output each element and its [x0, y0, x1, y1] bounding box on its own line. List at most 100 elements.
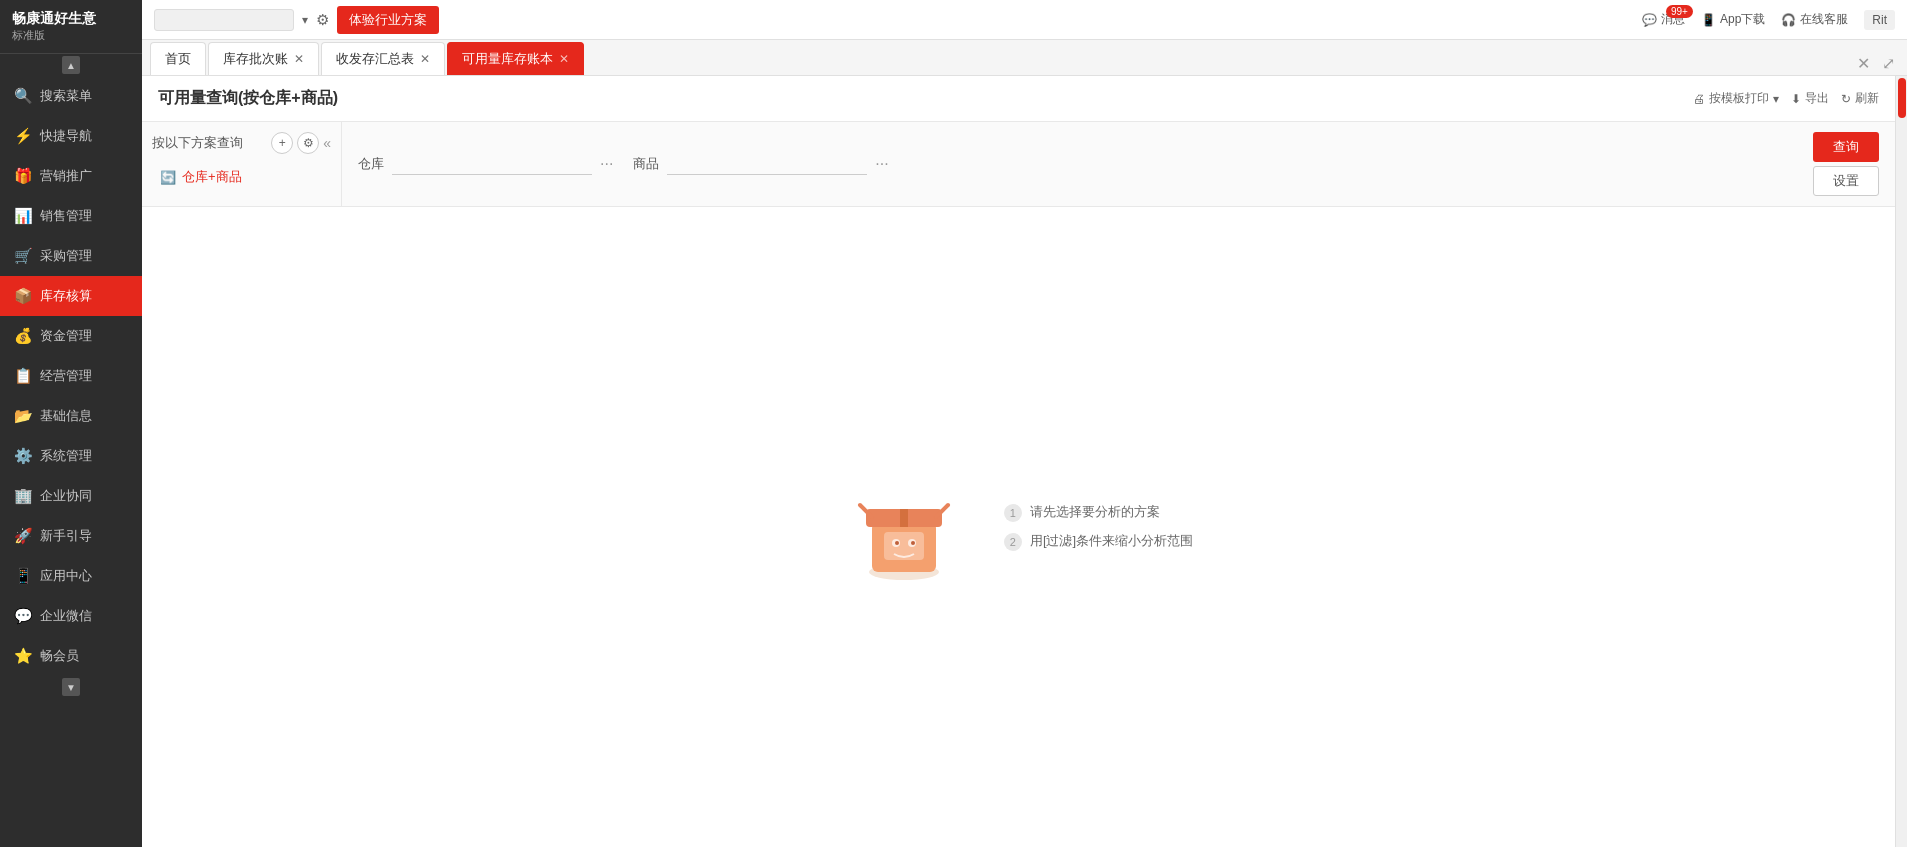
tab-batch-label: 库存批次账	[223, 50, 288, 68]
sidebar-item-member[interactable]: ⭐ 畅会员	[0, 636, 142, 676]
filter-goods-label: 商品	[633, 155, 659, 173]
sidebar-item-system[interactable]: ⚙️ 系统管理	[0, 436, 142, 476]
sidebar-item-sales-label: 销售管理	[40, 207, 92, 225]
app-icon: 📱	[1701, 13, 1716, 27]
wechat-icon: 💬	[14, 607, 32, 625]
scheme-add-btn[interactable]: +	[271, 132, 293, 154]
sidebar-item-inventory[interactable]: 📦 库存核算	[0, 276, 142, 316]
marketing-icon: 🎁	[14, 167, 32, 185]
tab-available[interactable]: 可用量库存账本 ✕	[447, 42, 584, 75]
tip-num-1: 1	[1004, 504, 1022, 522]
tab-home-label: 首页	[165, 50, 191, 68]
export-btn[interactable]: ⬇ 导出	[1791, 90, 1829, 107]
close-window-btn[interactable]: ✕	[1853, 52, 1874, 75]
tab-home[interactable]: 首页	[150, 42, 206, 75]
expand-window-btn[interactable]: ⤢	[1878, 52, 1899, 75]
refresh-btn[interactable]: ↻ 刷新	[1841, 90, 1879, 107]
sidebar-item-enterprise-label: 企业协同	[40, 487, 92, 505]
app-download-btn[interactable]: 📱 App下载	[1701, 11, 1765, 28]
sidebar-item-shortcut[interactable]: ⚡ 快捷导航	[0, 116, 142, 156]
basic-icon: 📂	[14, 407, 32, 425]
online-service-btn[interactable]: 🎧 在线客服	[1781, 11, 1848, 28]
topbar-search-input[interactable]	[154, 9, 294, 31]
sidebar-item-marketing[interactable]: 🎁 营销推广	[0, 156, 142, 196]
settings-btn[interactable]: 设置	[1813, 166, 1879, 196]
sidebar-item-basic[interactable]: 📂 基础信息	[0, 396, 142, 436]
message-btn[interactable]: 💬 消息 99+	[1642, 11, 1685, 28]
sidebar-item-search-label: 搜索菜单	[40, 87, 92, 105]
scheme-settings-icon: ⚙	[303, 136, 314, 150]
sidebar-item-shortcut-label: 快捷导航	[40, 127, 92, 145]
sales-icon: 📊	[14, 207, 32, 225]
scheme-panel-title: 按以下方案查询	[152, 134, 243, 152]
sidebar-item-member-label: 畅会员	[40, 647, 79, 665]
sidebar-item-operation[interactable]: 📋 经营管理	[0, 356, 142, 396]
query-btn[interactable]: 查询	[1813, 132, 1879, 162]
sidebar-item-purchase[interactable]: 🛒 采购管理	[0, 236, 142, 276]
svg-point-6	[895, 541, 899, 545]
filter-goods-more-btn[interactable]: ···	[875, 155, 888, 173]
tab-available-label: 可用量库存账本	[462, 50, 553, 68]
tab-batch-close[interactable]: ✕	[294, 52, 304, 66]
user-label: Rit	[1872, 13, 1887, 27]
newuser-icon: 🚀	[14, 527, 32, 545]
query-section: 按以下方案查询 + ⚙ « 🔄 仓库+商品	[142, 122, 1895, 207]
service-icon: 🎧	[1781, 13, 1796, 27]
right-scrollbar[interactable]	[1895, 76, 1907, 847]
member-icon: ⭐	[14, 647, 32, 665]
scheme-settings-btn[interactable]: ⚙	[297, 132, 319, 154]
shortcut-icon: ⚡	[14, 127, 32, 145]
page-title: 可用量查询(按仓库+商品)	[158, 88, 338, 109]
app-label: App下载	[1720, 11, 1765, 28]
tab-summary[interactable]: 收发存汇总表 ✕	[321, 42, 445, 75]
topbar-gear-icon[interactable]: ⚙	[316, 11, 329, 29]
filter-warehouse-more-btn[interactable]: ···	[600, 155, 613, 173]
filter-goods-input[interactable]	[667, 153, 867, 175]
filter-goods: 商品 ···	[633, 153, 888, 175]
content-area: 可用量查询(按仓库+商品) 🖨 按模板打印 ▾ ⬇ 导出 ↻ 刷新	[142, 76, 1907, 847]
tip-num-2: 2	[1004, 533, 1022, 551]
sidebar-item-finance-label: 资金管理	[40, 327, 92, 345]
search-icon: 🔍	[14, 87, 32, 105]
empty-tip-2: 2 用[过滤]条件来缩小分析范围	[1004, 532, 1193, 551]
tab-bar: 首页 库存批次账 ✕ 收发存汇总表 ✕ 可用量库存账本 ✕ ✕ ⤢	[142, 40, 1907, 76]
scheme-panel-header: 按以下方案查询 + ⚙ «	[152, 132, 331, 154]
sidebar-item-appcenter[interactable]: 📱 应用中心	[0, 556, 142, 596]
scheme-collapse-btn[interactable]: «	[323, 135, 331, 151]
tab-available-close[interactable]: ✕	[559, 52, 569, 66]
topbar: ▾ ⚙ 体验行业方案 💬 消息 99+ 📱 App下载 🎧 在线客服 Rit	[142, 0, 1907, 40]
scheme-item-icon: 🔄	[160, 170, 176, 185]
tab-batch[interactable]: 库存批次账 ✕	[208, 42, 319, 75]
main-area: ▾ ⚙ 体验行业方案 💬 消息 99+ 📱 App下载 🎧 在线客服 Rit	[142, 0, 1907, 847]
page: 可用量查询(按仓库+商品) 🖨 按模板打印 ▾ ⬇ 导出 ↻ 刷新	[142, 76, 1895, 847]
empty-svg	[844, 467, 964, 587]
sidebar-item-enterprise[interactable]: 🏢 企业协同	[0, 476, 142, 516]
print-btn[interactable]: 🖨 按模板打印 ▾	[1693, 90, 1779, 107]
sidebar-item-search[interactable]: 🔍 搜索菜单	[0, 76, 142, 116]
enterprise-icon: 🏢	[14, 487, 32, 505]
scroll-up-btn[interactable]: ▲	[62, 56, 80, 74]
industry-btn[interactable]: 体验行业方案	[337, 6, 439, 34]
svg-point-7	[911, 541, 915, 545]
topbar-dropdown-btn[interactable]: ▾	[302, 13, 308, 27]
scrollbar-thumb[interactable]	[1898, 78, 1906, 118]
tab-summary-close[interactable]: ✕	[420, 52, 430, 66]
sidebar-item-appcenter-label: 应用中心	[40, 567, 92, 585]
scheme-item-warehouse-goods[interactable]: 🔄 仓库+商品	[152, 162, 331, 192]
sidebar-item-wechat[interactable]: 💬 企业微信	[0, 596, 142, 636]
filter-warehouse-input[interactable]	[392, 153, 592, 175]
print-icon: 🖨	[1693, 92, 1705, 106]
tip-text-2: 用[过滤]条件来缩小分析范围	[1030, 532, 1193, 550]
window-btns: ✕ ⤢	[1853, 52, 1899, 75]
service-label: 在线客服	[1800, 11, 1848, 28]
sidebar-item-sales[interactable]: 📊 销售管理	[0, 196, 142, 236]
sidebar-item-newuser[interactable]: 🚀 新手引导	[0, 516, 142, 556]
scroll-down-btn[interactable]: ▼	[62, 678, 80, 696]
sidebar-item-finance[interactable]: 💰 资金管理	[0, 316, 142, 356]
tab-summary-label: 收发存汇总表	[336, 50, 414, 68]
purchase-icon: 🛒	[14, 247, 32, 265]
empty-tip-1: 1 请先选择要分析的方案	[1004, 503, 1193, 522]
user-menu[interactable]: Rit	[1864, 10, 1895, 30]
filter-warehouse-label: 仓库	[358, 155, 384, 173]
filter-panel: 仓库 ··· 商品 ··· 查询 设置	[342, 122, 1895, 206]
